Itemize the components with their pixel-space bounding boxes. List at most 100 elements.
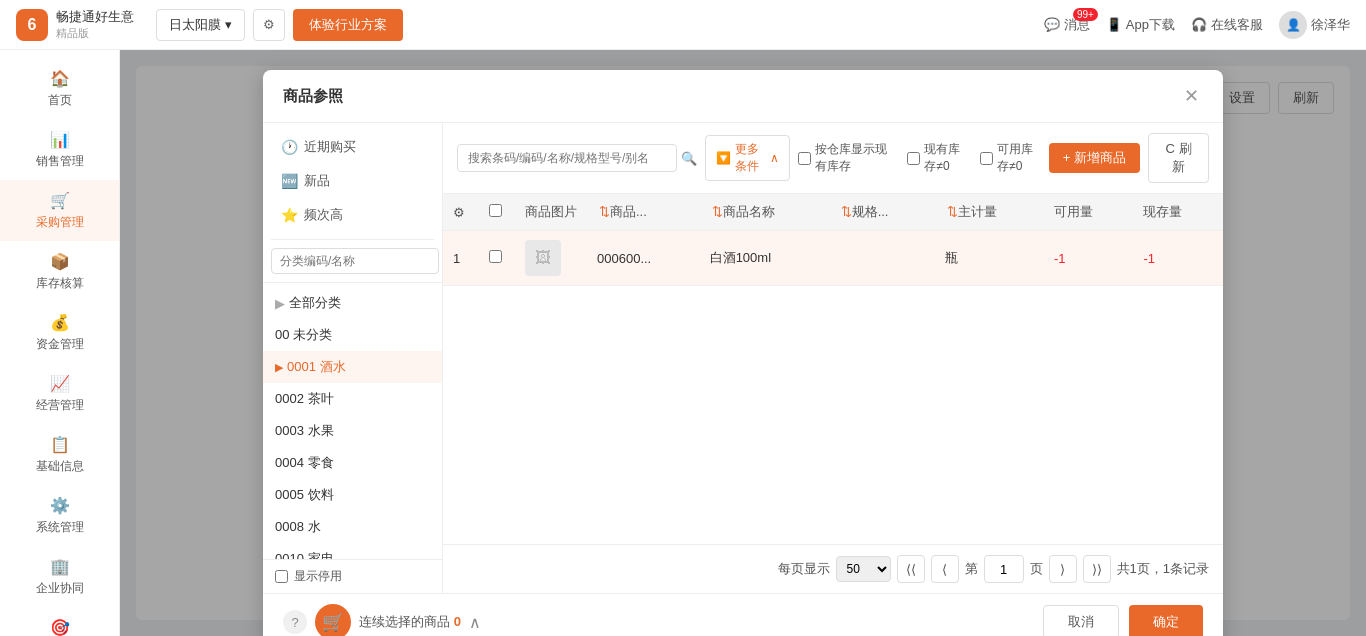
row-checkbox[interactable] [489, 250, 502, 263]
sidebar-item-finance[interactable]: 💰 资金管理 [0, 302, 119, 363]
cell-unit: 瓶 [935, 231, 1044, 286]
warehouse-checkbox-item[interactable]: 按仓库显示现有库存 [798, 141, 895, 175]
settings-icon[interactable]: ⚙ [253, 9, 285, 41]
online-service-item[interactable]: 🎧 在线客服 [1191, 16, 1263, 34]
category-0002[interactable]: 0002 茶叶 [263, 383, 442, 415]
category-00[interactable]: 00 未分类 [263, 319, 442, 351]
select-all-checkbox[interactable] [489, 204, 502, 217]
footer-right: 取消 确定 [1043, 605, 1203, 636]
collapse-footer-icon[interactable]: ∧ [469, 613, 481, 632]
refresh-button[interactable]: C 刷新 [1148, 133, 1209, 183]
tab-new-products[interactable]: 🆕 新品 [271, 165, 434, 197]
confirm-button[interactable]: 确定 [1129, 605, 1203, 636]
product-search-bar: 🔍 [457, 144, 697, 172]
cell-code: 000600... [587, 231, 700, 286]
sidebar-item-system[interactable]: ⚙️ 系统管理 [0, 485, 119, 546]
tab-frequent[interactable]: ⭐ 频次高 [271, 199, 434, 231]
filter-icon: 🔽 [716, 151, 731, 165]
sidebar-item-operations[interactable]: 📈 经营管理 [0, 363, 119, 424]
active-arrow-icon: ▶ [275, 361, 283, 374]
cell-stock: -1 [1133, 231, 1223, 286]
show-disabled-checkbox[interactable] [275, 570, 288, 583]
category-search-box: 🔍 [263, 240, 442, 283]
col-spec[interactable]: ⇅规格... [829, 194, 935, 231]
cell-row-index: 1 [443, 231, 479, 286]
col-settings[interactable]: ⚙ [443, 194, 479, 231]
sidebar-item-purchase[interactable]: 🛒 采购管理 [0, 180, 119, 241]
more-filter-button[interactable]: 🔽 更多条件 ∧ [705, 135, 790, 181]
col-stock: 现存量 [1133, 194, 1223, 231]
prev-page-button[interactable]: ⟨ [931, 555, 959, 583]
star-icon: ⭐ [281, 207, 298, 223]
col-image: 商品图片 [515, 194, 587, 231]
table-row[interactable]: 1 🖼 000600... 白酒100ml [443, 231, 1223, 286]
sales-icon: 📊 [50, 129, 70, 149]
usable-checkbox[interactable] [980, 152, 993, 165]
tab-recent-purchase[interactable]: 🕐 近期购买 [271, 131, 434, 163]
cell-available: -1 [1044, 231, 1134, 286]
guide-icon: 🎯 [50, 617, 70, 636]
usable-checkbox-item[interactable]: 可用库存≠0 [980, 141, 1041, 175]
product-search-icon[interactable]: 🔍 [681, 151, 697, 166]
messages-item[interactable]: 💬 消息 99+ [1044, 16, 1090, 34]
col-code[interactable]: ⇅商品... [587, 194, 700, 231]
page-input[interactable] [984, 555, 1024, 583]
main-content: 查询 设置 刷新 商品参照 ✕ [120, 50, 1366, 636]
triangle-icon: ▶ [275, 296, 285, 311]
sort-icon-spec: ⇅ [841, 204, 852, 219]
cancel-button[interactable]: 取消 [1043, 605, 1119, 636]
cart-icon[interactable]: 🛒 [315, 604, 351, 636]
category-0003[interactable]: 0003 水果 [263, 415, 442, 447]
next-page-button[interactable]: ⟩ [1049, 555, 1077, 583]
nav-center: 日太阳膜 ▾ ⚙ 体验行业方案 [136, 9, 1044, 41]
category-0008[interactable]: 0008 水 [263, 511, 442, 543]
total-info: 共1页，1条记录 [1117, 560, 1209, 578]
headset-icon: 🎧 [1191, 17, 1207, 32]
modal-body: 🕐 近期购买 🆕 新品 ⭐ 频次高 [263, 123, 1223, 593]
category-all[interactable]: ▶ 全部分类 [263, 287, 442, 319]
sidebar-item-basic[interactable]: 📋 基础信息 [0, 424, 119, 485]
right-panel: 🔍 🔽 更多条件 ∧ 按仓库显示现有库存 [443, 123, 1223, 593]
trial-button[interactable]: 体验行业方案 [293, 9, 403, 41]
product-reference-modal: 商品参照 ✕ 🕐 近期购买 🆕 [263, 70, 1223, 636]
show-disabled-area: 显示停用 [263, 559, 442, 593]
available-checkbox-item[interactable]: 现有库存≠0 [907, 141, 968, 175]
col-unit[interactable]: ⇅主计量 [935, 194, 1044, 231]
user-item[interactable]: 👤 徐泽华 [1279, 11, 1350, 39]
sort-icon-unit: ⇅ [947, 204, 958, 219]
message-icon: 💬 [1044, 17, 1060, 32]
nav-right: 💬 消息 99+ 📱 App下载 🎧 在线客服 👤 徐泽华 [1044, 11, 1350, 39]
sidebar-item-home[interactable]: 🏠 首页 [0, 58, 119, 119]
category-0001[interactable]: ▶ 0001 酒水 [263, 351, 442, 383]
modal-title: 商品参照 [283, 87, 343, 106]
cell-checkbox[interactable] [479, 231, 515, 286]
sidebar-item-guide[interactable]: 🎯 新手引导 [0, 607, 119, 636]
page-label: 第 [965, 560, 978, 578]
last-page-button[interactable]: ⟩⟩ [1083, 555, 1111, 583]
available-checkbox[interactable] [907, 152, 920, 165]
sidebar-item-inventory[interactable]: 📦 库存核算 [0, 241, 119, 302]
col-name[interactable]: ⇅商品名称 [700, 194, 829, 231]
category-0004[interactable]: 0004 零食 [263, 447, 442, 479]
finance-icon: 💰 [50, 312, 70, 332]
modal-close-button[interactable]: ✕ [1179, 84, 1203, 108]
left-panel-tabs: 🕐 近期购买 🆕 新品 ⭐ 频次高 [263, 123, 442, 239]
nav-store-dropdown[interactable]: 日太阳膜 ▾ [156, 9, 245, 41]
category-0010[interactable]: 0010 家电 [263, 543, 442, 559]
warehouse-checkbox[interactable] [798, 152, 811, 165]
app-download-item[interactable]: 📱 App下载 [1106, 16, 1175, 34]
sidebar: 🏠 首页 📊 销售管理 🛒 采购管理 📦 库存核算 💰 资金管理 📈 经营管理 … [0, 50, 120, 636]
sidebar-item-sales[interactable]: 📊 销售管理 [0, 119, 119, 180]
sidebar-item-enterprise[interactable]: 🏢 企业协同 [0, 546, 119, 607]
table-header-row: ⚙ 商品图片 ⇅商品... [443, 194, 1223, 231]
product-search-input[interactable] [457, 144, 677, 172]
logo-area: 6 畅捷通好生意 精品版 [16, 8, 136, 41]
category-search-input[interactable] [271, 248, 439, 274]
category-list: ▶ 全部分类 00 未分类 ▶ 0001 酒水 0002 茶 [263, 283, 442, 559]
add-product-button[interactable]: + 新增商品 [1049, 143, 1140, 173]
enterprise-icon: 🏢 [50, 556, 70, 576]
per-page-select[interactable]: 50 10 20 100 [836, 556, 891, 582]
help-icon[interactable]: ? [283, 610, 307, 634]
category-0005[interactable]: 0005 饮料 [263, 479, 442, 511]
first-page-button[interactable]: ⟨⟨ [897, 555, 925, 583]
